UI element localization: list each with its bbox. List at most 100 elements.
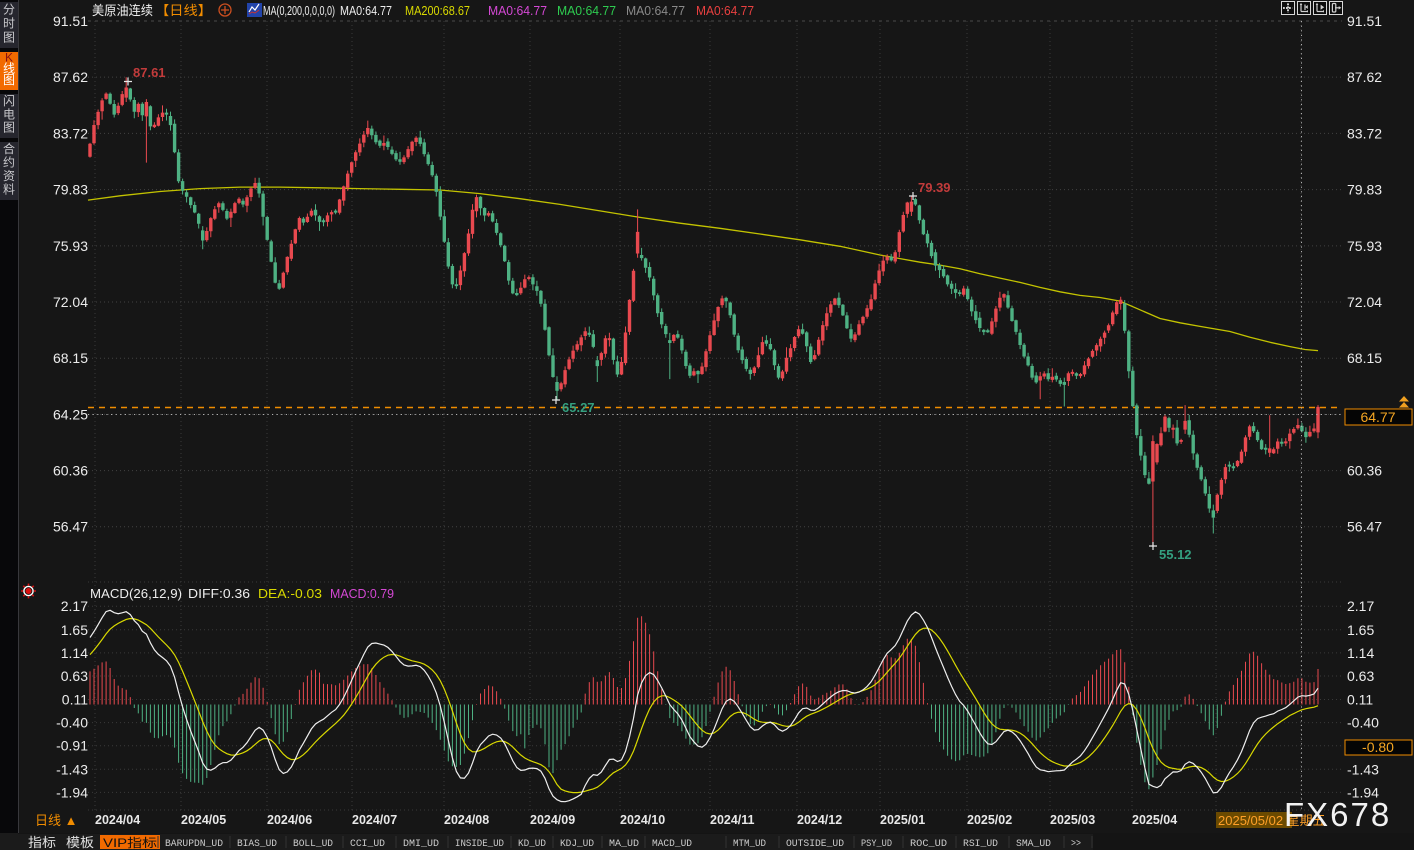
svg-text:日线 ▲: 日线 ▲ xyxy=(35,813,77,828)
svg-text:电: 电 xyxy=(3,107,15,121)
svg-text:MA(0,200,0,0,0,0): MA(0,200,0,0,0,0) xyxy=(263,3,335,18)
svg-text:图: 图 xyxy=(3,31,15,45)
svg-text:MACD_UD: MACD_UD xyxy=(652,839,692,850)
svg-text:VIP指标: VIP指标 xyxy=(103,835,157,850)
svg-text:2024/09: 2024/09 xyxy=(530,813,575,827)
svg-text:指标: 指标 xyxy=(28,835,56,850)
svg-text:2024/10: 2024/10 xyxy=(620,813,665,827)
svg-text:约: 约 xyxy=(3,155,15,170)
svg-text:1.14: 1.14 xyxy=(61,645,88,661)
svg-text:美原油连续: 美原油连续 xyxy=(92,3,153,18)
svg-text:64.25: 64.25 xyxy=(53,406,88,422)
svg-text:75.93: 75.93 xyxy=(53,238,88,254)
svg-text:0.11: 0.11 xyxy=(1347,692,1373,708)
svg-text:BOLL_UD: BOLL_UD xyxy=(293,839,333,850)
svg-text:2.17: 2.17 xyxy=(61,598,88,614)
svg-text:资: 资 xyxy=(3,169,15,183)
svg-text:>>: >> xyxy=(1071,839,1081,850)
svg-text:-0.40: -0.40 xyxy=(56,715,88,731)
svg-text:DEA:-0.03: DEA:-0.03 xyxy=(258,586,322,601)
svg-text:0.63: 0.63 xyxy=(1347,668,1374,684)
svg-text:-1.43: -1.43 xyxy=(1347,761,1379,777)
svg-text:闪: 闪 xyxy=(3,94,15,108)
svg-text:BARUPDN_UD: BARUPDN_UD xyxy=(165,839,223,850)
svg-text:56.47: 56.47 xyxy=(1347,519,1382,535)
svg-text:料: 料 xyxy=(3,183,15,197)
svg-text:60.36: 60.36 xyxy=(53,463,88,479)
svg-text:75.93: 75.93 xyxy=(1347,238,1382,254)
svg-text:91.51: 91.51 xyxy=(53,13,88,29)
svg-text:83.72: 83.72 xyxy=(53,125,88,141)
svg-text:INSIDE_UD: INSIDE_UD xyxy=(455,839,504,850)
svg-text:72.04: 72.04 xyxy=(53,294,88,310)
svg-text:SMA_UD: SMA_UD xyxy=(1016,839,1051,850)
svg-text:KDJ_UD: KDJ_UD xyxy=(560,839,594,850)
svg-text:2025/04: 2025/04 xyxy=(1132,813,1177,827)
svg-text:65.27: 65.27 xyxy=(562,400,595,415)
svg-text:【日线】: 【日线】 xyxy=(155,3,212,18)
svg-text:MA0:64.77: MA0:64.77 xyxy=(626,3,685,18)
svg-text:图: 图 xyxy=(3,73,15,87)
svg-text:2024/12: 2024/12 xyxy=(797,813,842,827)
svg-text:0.11: 0.11 xyxy=(62,692,88,708)
svg-text:2024/08: 2024/08 xyxy=(444,813,489,827)
svg-text:91.51: 91.51 xyxy=(1347,13,1382,29)
svg-text:55.12: 55.12 xyxy=(1159,547,1192,562)
svg-text:87.62: 87.62 xyxy=(53,69,88,85)
svg-text:2024/04: 2024/04 xyxy=(95,813,140,827)
svg-text:2025/01: 2025/01 xyxy=(880,813,925,827)
svg-text:56.47: 56.47 xyxy=(53,519,88,535)
svg-text:1.65: 1.65 xyxy=(61,622,88,638)
svg-text:2.17: 2.17 xyxy=(1347,598,1374,614)
svg-text:DMI_UD: DMI_UD xyxy=(403,839,439,850)
svg-text:1.14: 1.14 xyxy=(1347,645,1374,661)
svg-text:模板: 模板 xyxy=(66,835,94,850)
svg-text:2024/05: 2024/05 xyxy=(181,813,226,827)
svg-text:MA200:68.67: MA200:68.67 xyxy=(405,3,470,18)
svg-text:60.36: 60.36 xyxy=(1347,463,1382,479)
svg-text:合: 合 xyxy=(3,141,15,156)
svg-text:2024/11: 2024/11 xyxy=(710,813,755,827)
svg-text:68.15: 68.15 xyxy=(53,350,88,366)
svg-text:-0.40: -0.40 xyxy=(1347,715,1379,731)
svg-text:-1.43: -1.43 xyxy=(56,761,88,777)
svg-text:2025/02: 2025/02 xyxy=(967,813,1012,827)
svg-text:FX678: FX678 xyxy=(1284,796,1391,833)
svg-text:72.04: 72.04 xyxy=(1347,294,1382,310)
svg-text:KD_UD: KD_UD xyxy=(518,839,546,850)
svg-text:87.61: 87.61 xyxy=(133,65,166,80)
svg-text:-0.80: -0.80 xyxy=(1362,739,1394,755)
svg-text:MA0:64.77: MA0:64.77 xyxy=(696,3,754,18)
svg-text:2025/03: 2025/03 xyxy=(1050,813,1095,827)
svg-text:DIFF:0.36: DIFF:0.36 xyxy=(188,586,250,601)
svg-text:MACD(26,12,9): MACD(26,12,9) xyxy=(90,586,182,601)
svg-text:87.62: 87.62 xyxy=(1347,69,1382,85)
svg-text:MA0:64.77: MA0:64.77 xyxy=(557,3,616,18)
svg-text:MACD:0.79: MACD:0.79 xyxy=(330,586,394,601)
svg-text:RSI_UD: RSI_UD xyxy=(963,839,998,850)
svg-text:68.15: 68.15 xyxy=(1347,350,1382,366)
svg-text:2024/07: 2024/07 xyxy=(352,813,397,827)
svg-text:0.63: 0.63 xyxy=(61,668,88,684)
svg-text:-1.94: -1.94 xyxy=(56,784,88,800)
svg-text:BIAS_UD: BIAS_UD xyxy=(237,839,277,850)
svg-text:-0.91: -0.91 xyxy=(56,738,88,754)
svg-text:PSY_UD: PSY_UD xyxy=(861,839,892,850)
svg-text:ROC_UD: ROC_UD xyxy=(910,839,947,850)
svg-text:2024/06: 2024/06 xyxy=(267,813,312,827)
svg-text:64.77: 64.77 xyxy=(1360,409,1395,425)
svg-text:图: 图 xyxy=(3,121,15,135)
svg-text:79.83: 79.83 xyxy=(53,182,88,198)
svg-text:OUTSIDE_UD: OUTSIDE_UD xyxy=(786,839,844,850)
svg-text:MA_UD: MA_UD xyxy=(609,839,639,850)
svg-text:1.65: 1.65 xyxy=(1347,622,1374,638)
svg-text:83.72: 83.72 xyxy=(1347,125,1382,141)
svg-text:MA0:64.77: MA0:64.77 xyxy=(488,3,547,18)
svg-text:79.83: 79.83 xyxy=(1347,182,1382,198)
svg-text:MTM_UD: MTM_UD xyxy=(733,839,766,850)
svg-text:CCI_UD: CCI_UD xyxy=(350,839,385,850)
svg-text:时: 时 xyxy=(3,17,15,31)
svg-text:分: 分 xyxy=(3,3,15,17)
svg-text:MA0:64.77: MA0:64.77 xyxy=(340,3,392,18)
svg-text:79.39: 79.39 xyxy=(918,180,951,195)
